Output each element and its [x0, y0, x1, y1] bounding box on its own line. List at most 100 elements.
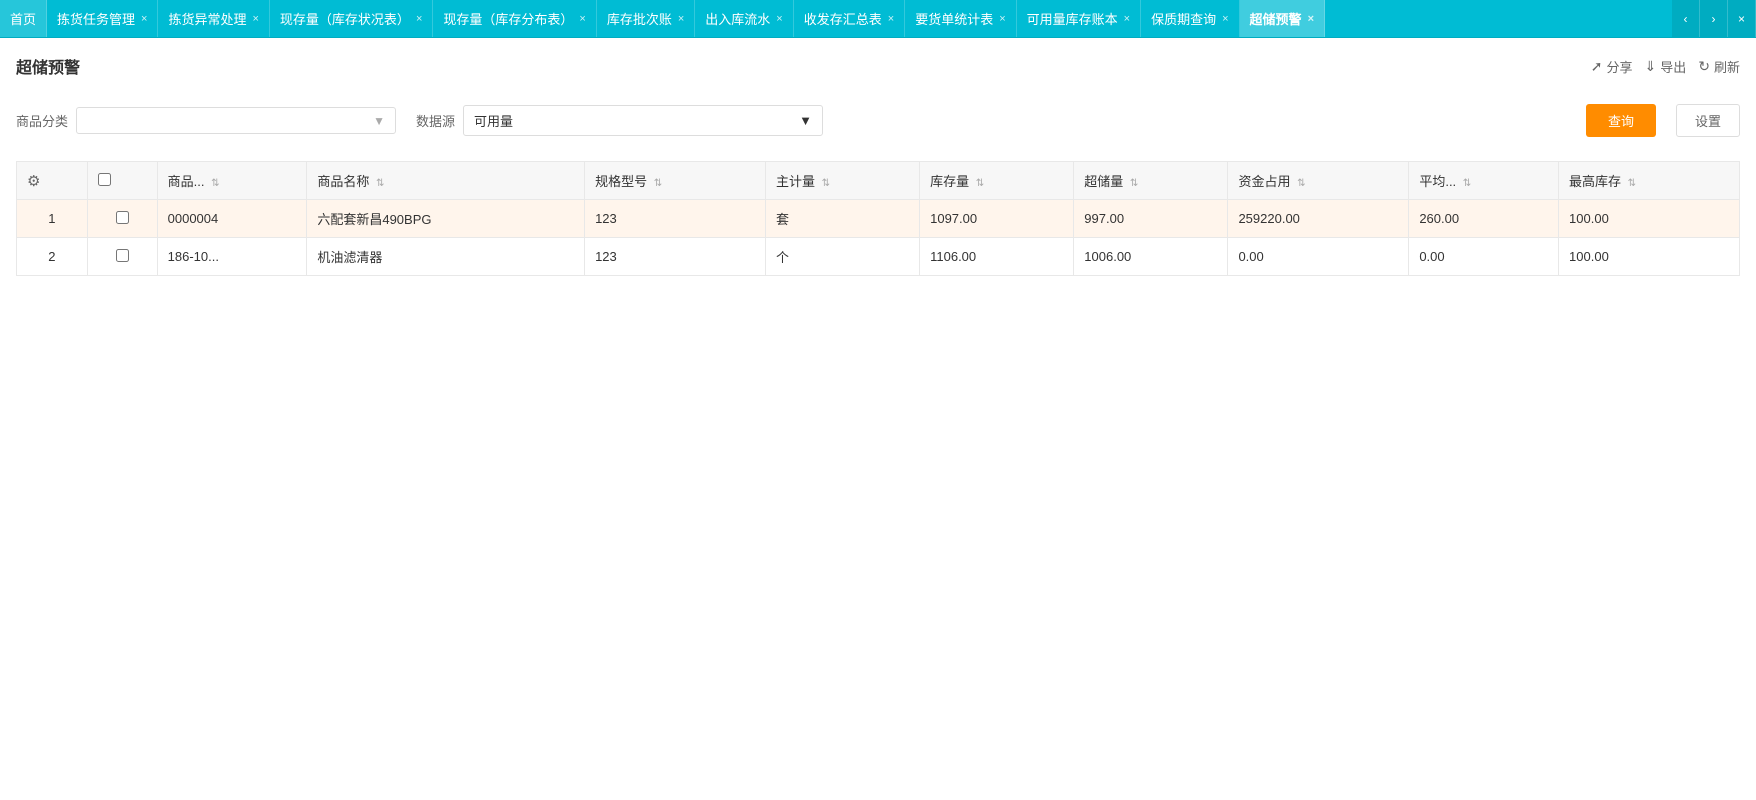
refresh-button[interactable]: ↻ 刷新 — [1698, 57, 1740, 76]
sort-icon: ⇅ — [1628, 178, 1636, 189]
datasource-filter: 数据源 可用量 ▼ — [416, 105, 823, 136]
cell-excess: 1006.00 — [1074, 238, 1228, 276]
nav-item-summary[interactable]: 收发存汇总表 × — [794, 0, 905, 37]
sort-icon: ⇅ — [1463, 178, 1471, 189]
cell-excess: 997.00 — [1074, 200, 1228, 238]
category-select-value — [87, 113, 91, 128]
category-label: 商品分类 — [16, 111, 68, 130]
nav-bar: 首页 拣货任务管理 × 拣货异常处理 × 现存量（库存状况表） × 现存量（库存… — [0, 0, 1756, 38]
datasource-select-value: 可用量 — [474, 111, 513, 130]
cell-product-name: 六配套新昌490BPG — [307, 200, 585, 238]
th-checkbox — [87, 162, 157, 200]
nav-item-picking-exception[interactable]: 拣货异常处理 × — [158, 0, 269, 37]
th-max-stock[interactable]: 最高库存 ⇅ — [1559, 162, 1740, 200]
chevron-down-icon: ▼ — [799, 113, 812, 128]
datasource-select[interactable]: 可用量 ▼ — [463, 105, 823, 136]
cell-spec: 123 — [585, 200, 766, 238]
close-icon[interactable]: × — [1124, 13, 1130, 25]
cell-avg: 260.00 — [1409, 200, 1559, 238]
th-product-code[interactable]: 商品... ⇅ — [157, 162, 307, 200]
th-avg[interactable]: 平均... ⇅ — [1409, 162, 1559, 200]
table-row: 2 186-10... 机油滤清器 123 个 1106.00 1006.00 … — [17, 238, 1740, 276]
cell-product-code: 0000004 — [157, 200, 307, 238]
th-unit[interactable]: 主计量 ⇅ — [765, 162, 919, 200]
cell-capital: 0.00 — [1228, 238, 1409, 276]
header-actions: ➚ 分享 ⇓ 导出 ↻ 刷新 — [1591, 57, 1740, 76]
nav-arrows: ‹ › × — [1672, 0, 1756, 37]
table-header-row: ⚙ 商品... ⇅ 商品名称 ⇅ 规格型号 ⇅ 主计量 — [17, 162, 1740, 200]
nav-item-shelf-life[interactable]: 保质期查询 × — [1141, 0, 1239, 37]
th-stock[interactable]: 库存量 ⇅ — [920, 162, 1074, 200]
nav-item-picking-task[interactable]: 拣货任务管理 × — [47, 0, 158, 37]
page-title: 超储预警 — [16, 54, 80, 78]
close-icon[interactable]: × — [888, 13, 894, 25]
refresh-icon: ↻ — [1698, 58, 1710, 75]
gear-icon[interactable]: ⚙ — [27, 173, 40, 190]
sort-icon: ⇅ — [822, 178, 830, 189]
th-product-name[interactable]: 商品名称 ⇅ — [307, 162, 585, 200]
close-icon[interactable]: × — [252, 13, 258, 25]
close-icon[interactable]: × — [579, 13, 585, 25]
select-all-checkbox[interactable] — [98, 173, 111, 186]
nav-item-stock-dist[interactable]: 现存量（库存分布表） × — [433, 0, 596, 37]
row-checkbox-cell — [87, 238, 157, 276]
cell-unit: 个 — [765, 238, 919, 276]
datasource-label: 数据源 — [416, 111, 455, 130]
settings-button[interactable]: 设置 — [1676, 104, 1740, 137]
nav-item-inout-flow[interactable]: 出入库流水 × — [695, 0, 793, 37]
close-icon[interactable]: × — [416, 13, 422, 25]
export-icon: ⇓ — [1645, 58, 1657, 75]
row-checkbox[interactable] — [116, 211, 129, 224]
nav-item-batch[interactable]: 库存批次账 × — [597, 0, 695, 37]
th-spec[interactable]: 规格型号 ⇅ — [585, 162, 766, 200]
nav-close-btn[interactable]: × — [1728, 0, 1756, 37]
category-filter: 商品分类 ▼ — [16, 107, 396, 134]
th-gear: ⚙ — [17, 162, 88, 200]
close-icon[interactable]: × — [678, 13, 684, 25]
close-icon[interactable]: × — [1222, 13, 1228, 25]
cell-spec: 123 — [585, 238, 766, 276]
row-checkbox[interactable] — [116, 249, 129, 262]
nav-item-stock-status[interactable]: 现存量（库存状况表） × — [270, 0, 433, 37]
nav-item-overstock[interactable]: 超储预警 × — [1240, 0, 1325, 37]
cell-max-stock: 100.00 — [1559, 238, 1740, 276]
cell-product-name: 机油滤清器 — [307, 238, 585, 276]
th-excess[interactable]: 超储量 ⇅ — [1074, 162, 1228, 200]
row-checkbox-cell — [87, 200, 157, 238]
query-button[interactable]: 查询 — [1586, 104, 1656, 137]
cell-max-stock: 100.00 — [1559, 200, 1740, 238]
page-header: 超储预警 ➚ 分享 ⇓ 导出 ↻ 刷新 — [16, 54, 1740, 78]
cell-avg: 0.00 — [1409, 238, 1559, 276]
category-select[interactable]: ▼ — [76, 107, 396, 134]
chevron-down-icon: ▼ — [373, 114, 385, 128]
page-content: 超储预警 ➚ 分享 ⇓ 导出 ↻ 刷新 商品分类 ▼ 数据源 — [0, 38, 1756, 800]
share-icon: ➚ — [1591, 58, 1603, 75]
close-icon[interactable]: × — [141, 13, 147, 25]
nav-item-home[interactable]: 首页 — [0, 0, 47, 37]
sort-icon: ⇅ — [376, 178, 384, 189]
cell-product-code: 186-10... — [157, 238, 307, 276]
th-capital[interactable]: 资金占用 ⇅ — [1228, 162, 1409, 200]
close-icon[interactable]: × — [776, 13, 782, 25]
export-button[interactable]: ⇓ 导出 — [1645, 57, 1687, 76]
nav-item-available[interactable]: 可用量库存账本 × — [1017, 0, 1141, 37]
sort-icon: ⇅ — [1130, 178, 1138, 189]
table-row: 1 0000004 六配套新昌490BPG 123 套 1097.00 997.… — [17, 200, 1740, 238]
cell-stock: 1106.00 — [920, 238, 1074, 276]
nav-item-demand[interactable]: 要货单统计表 × — [905, 0, 1016, 37]
row-number: 1 — [17, 200, 88, 238]
nav-next-btn[interactable]: › — [1700, 0, 1728, 37]
filter-row: 商品分类 ▼ 数据源 可用量 ▼ 查询 设置 — [16, 94, 1740, 147]
cell-unit: 套 — [765, 200, 919, 238]
nav-prev-btn[interactable]: ‹ — [1672, 0, 1700, 37]
close-icon[interactable]: × — [1308, 13, 1314, 25]
cell-stock: 1097.00 — [920, 200, 1074, 238]
row-number: 2 — [17, 238, 88, 276]
close-icon[interactable]: × — [999, 13, 1005, 25]
sort-icon: ⇅ — [976, 178, 984, 189]
sort-icon: ⇅ — [211, 178, 219, 189]
data-table: ⚙ 商品... ⇅ 商品名称 ⇅ 规格型号 ⇅ 主计量 — [16, 161, 1740, 276]
sort-icon: ⇅ — [1297, 178, 1305, 189]
share-button[interactable]: ➚ 分享 — [1591, 57, 1633, 76]
cell-capital: 259220.00 — [1228, 200, 1409, 238]
